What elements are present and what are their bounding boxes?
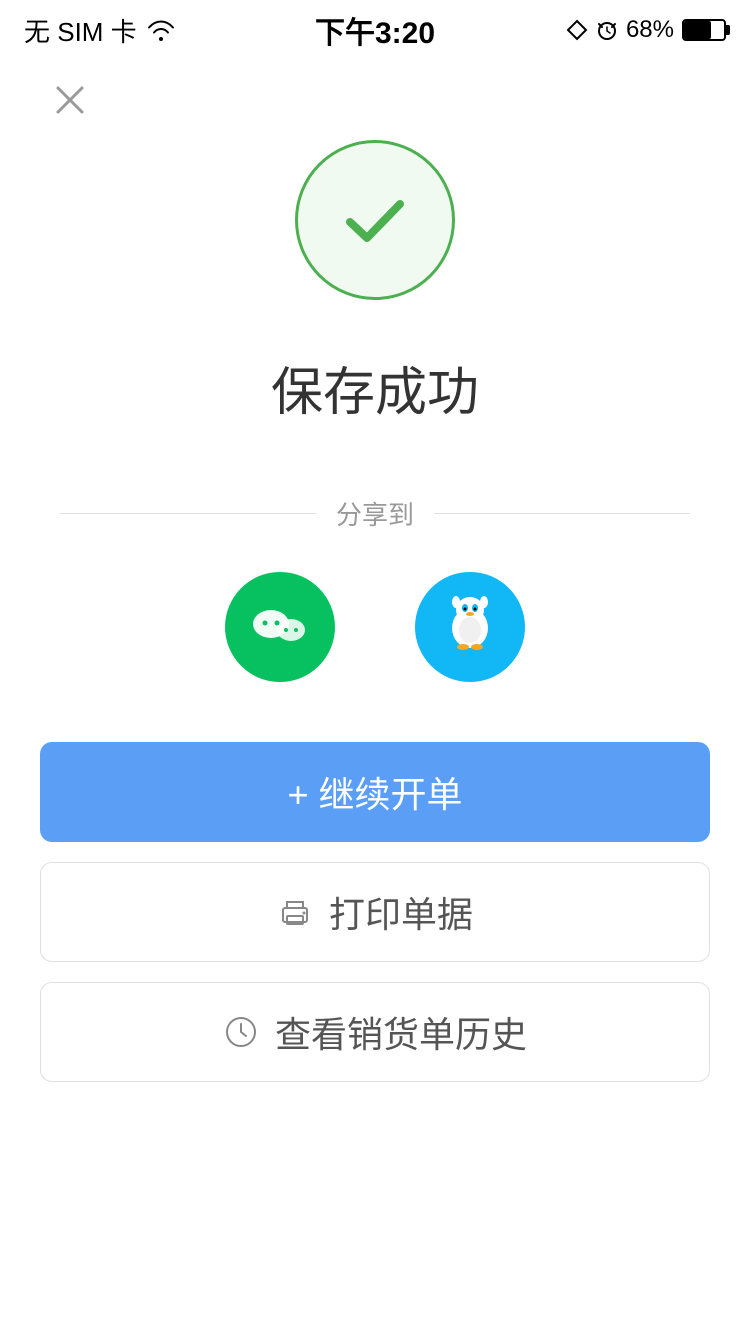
close-button[interactable] [40,70,100,130]
divider-line-right [434,513,690,514]
share-icons [225,572,525,682]
actions: + 继续开单 打印单据 查看销货单历史 [0,742,750,1082]
print-button[interactable]: 打印单据 [40,862,710,962]
success-title: 保存成功 [271,350,479,425]
battery-percent: 68% [626,16,674,44]
no-sim-label: 无 SIM 卡 [24,12,137,49]
battery-icon [682,19,726,41]
wifi-icon [147,19,175,41]
share-label: 分享到 [316,495,434,532]
qq-icon [435,592,505,662]
main-content: 保存成功 分享到 [0,60,750,1334]
share-divider: 分享到 [0,495,750,532]
status-time: 下午3:20 [315,8,435,52]
share-section: 分享到 [0,495,750,682]
history-button[interactable]: 查看销货单历史 [40,982,710,1082]
history-label: 查看销货单历史 [275,1006,527,1058]
wechat-button[interactable] [225,572,335,682]
continue-button[interactable]: + 继续开单 [40,742,710,842]
alarm-icon [596,19,618,41]
success-circle [295,140,455,300]
status-right: 68% [566,16,726,44]
status-left: 无 SIM 卡 [24,12,175,49]
print-icon [277,894,313,930]
print-label: 打印单据 [329,886,473,938]
wechat-icon [245,592,315,662]
divider-line-left [60,513,316,514]
qq-button[interactable] [415,572,525,682]
history-icon [223,1014,259,1050]
location-icon [566,19,588,41]
checkmark-icon [335,180,415,260]
status-bar: 无 SIM 卡 下午3:20 68% [0,0,750,60]
